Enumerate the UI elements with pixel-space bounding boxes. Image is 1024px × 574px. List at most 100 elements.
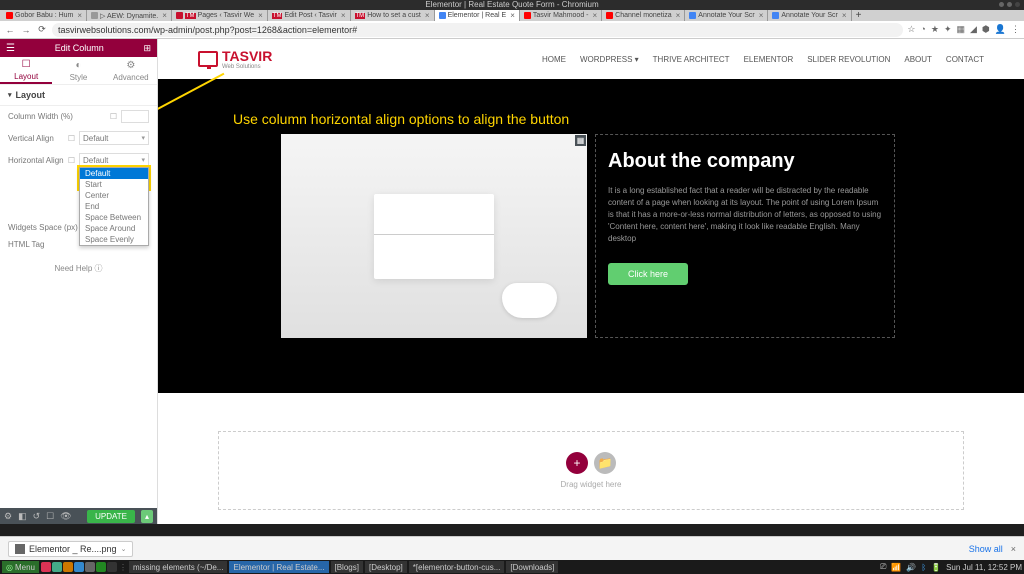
wifi-icon[interactable]: 📶 bbox=[891, 563, 901, 572]
window-controls[interactable] bbox=[999, 2, 1020, 7]
add-template-button[interactable]: 📁 bbox=[594, 452, 616, 474]
responsive-mode-icon[interactable]: ☐ bbox=[46, 511, 54, 522]
dropdown-option[interactable]: Space Around bbox=[80, 223, 148, 234]
column-width-input[interactable] bbox=[121, 110, 149, 123]
chevron-down-icon[interactable]: ⌄ bbox=[121, 545, 127, 553]
extension-icon[interactable]: ⬢ bbox=[982, 24, 990, 35]
panel-apps-icon[interactable]: ⊞ bbox=[143, 43, 151, 54]
taskbar-item[interactable]: [Blogs] bbox=[331, 561, 363, 573]
extension-icon[interactable]: ◢ bbox=[970, 24, 977, 35]
hero-body[interactable]: It is a long established fact that a rea… bbox=[608, 185, 882, 245]
dropdown-option[interactable]: End bbox=[80, 201, 148, 212]
taskbar-item[interactable]: [Desktop] bbox=[365, 561, 407, 573]
history-icon[interactable]: ↺ bbox=[33, 511, 41, 522]
dropdown-option[interactable]: Center bbox=[80, 190, 148, 201]
taskbar-item[interactable]: *[elementor-button-cus... bbox=[409, 561, 505, 573]
launcher-icon[interactable] bbox=[74, 562, 84, 572]
nav-home[interactable]: HOME bbox=[542, 55, 566, 64]
settings-icon[interactable]: ⚙ bbox=[4, 511, 12, 522]
battery-icon[interactable]: 🔋 bbox=[931, 563, 941, 572]
dropdown-option[interactable]: Start bbox=[80, 179, 148, 190]
close-tab-icon[interactable]: × bbox=[674, 11, 681, 20]
need-help-link[interactable]: Need Help ⓘ bbox=[0, 253, 157, 284]
tab-advanced[interactable]: ⚙Advanced bbox=[105, 57, 157, 84]
close-tab-icon[interactable]: × bbox=[339, 11, 346, 20]
browser-tab[interactable]: TMPages ‹ Tasvir We× bbox=[172, 10, 268, 21]
close-tab-icon[interactable]: × bbox=[591, 11, 598, 20]
nav-slider[interactable]: SLIDER REVOLUTION bbox=[807, 55, 890, 64]
dropdown-option[interactable]: Space Between bbox=[80, 212, 148, 223]
extensions-menu-icon[interactable]: ✦ bbox=[944, 24, 952, 35]
close-tab-icon[interactable]: × bbox=[75, 11, 82, 20]
close-tab-icon[interactable]: × bbox=[508, 11, 515, 20]
hero-heading[interactable]: About the company bbox=[608, 150, 882, 173]
section-layout[interactable]: Layout bbox=[0, 85, 157, 106]
browser-tab[interactable]: Tasvir Mahmood -× bbox=[520, 10, 602, 21]
add-section-button[interactable]: + bbox=[566, 452, 588, 474]
preview-icon[interactable]: 👁 bbox=[60, 511, 71, 522]
launcher-icon[interactable] bbox=[85, 562, 95, 572]
hero-image-column[interactable]: ▦ bbox=[281, 134, 587, 338]
column-handle-icon[interactable]: ▦ bbox=[575, 135, 586, 146]
back-button[interactable]: ← bbox=[4, 25, 16, 35]
responsive-icon[interactable]: ☐ bbox=[68, 156, 75, 165]
extension-icon[interactable]: ◔ bbox=[920, 24, 925, 35]
extension-icon[interactable]: ★ bbox=[931, 24, 939, 35]
add-section-dropzone[interactable]: + 📁 Drag widget here bbox=[218, 431, 964, 510]
extension-icon[interactable]: ☆ bbox=[907, 24, 915, 35]
launcher-icon[interactable] bbox=[63, 562, 73, 572]
dropdown-option[interactable]: Space Evenly bbox=[80, 234, 148, 245]
nav-wordpress[interactable]: WORDPRESS ▾ bbox=[580, 55, 639, 64]
responsive-icon[interactable]: ☐ bbox=[110, 112, 117, 121]
close-tab-icon[interactable]: × bbox=[757, 11, 764, 20]
close-tab-icon[interactable]: × bbox=[423, 11, 430, 20]
taskbar-item-active[interactable]: Elementor | Real Estate... bbox=[229, 561, 328, 573]
nav-about[interactable]: ABOUT bbox=[904, 55, 932, 64]
close-tab-icon[interactable]: × bbox=[840, 11, 847, 20]
url-input[interactable] bbox=[52, 23, 903, 37]
menu-icon[interactable]: ⋮ bbox=[1011, 24, 1020, 35]
bluetooth-icon[interactable]: ᛒ bbox=[921, 563, 926, 572]
reload-button[interactable]: ⟳ bbox=[36, 24, 48, 35]
tab-layout[interactable]: ☐Layout bbox=[0, 57, 52, 84]
site-logo[interactable]: TASVIRWeb Solutions bbox=[198, 48, 272, 70]
horizontal-align-dropdown[interactable]: Default Start Center End Space Between S… bbox=[79, 167, 149, 246]
horizontal-align-select[interactable]: Default bbox=[79, 153, 149, 167]
browser-tab[interactable]: Channel monetiza× bbox=[602, 10, 685, 21]
tab-style[interactable]: ◐Style bbox=[52, 57, 104, 84]
close-icon[interactable] bbox=[1015, 2, 1020, 7]
launcher-icon[interactable] bbox=[96, 562, 106, 572]
browser-tab[interactable]: Annotate Your Scr× bbox=[768, 10, 851, 21]
minimize-icon[interactable] bbox=[999, 2, 1004, 7]
close-tab-icon[interactable]: × bbox=[160, 11, 167, 20]
update-button[interactable]: UPDATE bbox=[87, 510, 135, 523]
launcher-icon[interactable] bbox=[41, 562, 51, 572]
show-all-link[interactable]: Show all bbox=[969, 544, 1003, 554]
vertical-align-select[interactable]: Default bbox=[79, 131, 149, 145]
start-menu[interactable]: ◎Menu bbox=[2, 561, 39, 573]
responsive-icon[interactable]: ☐ bbox=[68, 134, 75, 143]
forward-button[interactable]: → bbox=[20, 25, 32, 35]
browser-tab[interactable]: ▷ AEW: Dynamite.× bbox=[87, 10, 172, 21]
volume-icon[interactable]: 🔊 bbox=[906, 563, 916, 572]
profile-icon[interactable]: 👤 bbox=[995, 24, 1006, 35]
click-here-button[interactable]: Click here bbox=[608, 263, 688, 285]
browser-tab[interactable]: Annotate Your Scr× bbox=[685, 10, 768, 21]
download-chip[interactable]: Elementor _ Re....png ⌄ bbox=[8, 541, 133, 557]
hero-text-column[interactable]: About the company It is a long establish… bbox=[595, 134, 895, 338]
extension-icon[interactable]: ▦ bbox=[956, 24, 965, 35]
launcher-icon[interactable] bbox=[52, 562, 62, 572]
update-options-button[interactable]: ▴ bbox=[141, 510, 153, 523]
tray-icon[interactable]: ⎚ bbox=[880, 562, 886, 572]
launcher-icon[interactable] bbox=[107, 562, 117, 572]
navigator-icon[interactable]: ◧ bbox=[18, 511, 27, 522]
browser-tab-active[interactable]: Elementor | Real E× bbox=[435, 10, 520, 21]
nav-elementor[interactable]: ELEMENTOR bbox=[744, 55, 794, 64]
hero-section[interactable]: Use column horizontal align options to a… bbox=[158, 79, 1024, 393]
clock[interactable]: Sun Jul 11, 12:52 PM bbox=[946, 563, 1022, 572]
nav-contact[interactable]: CONTACT bbox=[946, 55, 984, 64]
maximize-icon[interactable] bbox=[1007, 2, 1012, 7]
dropdown-option[interactable]: Default bbox=[80, 168, 148, 179]
panel-menu-icon[interactable]: ☰ bbox=[6, 43, 15, 54]
browser-tab[interactable]: TMEdit Post ‹ Tasvir× bbox=[268, 10, 351, 21]
